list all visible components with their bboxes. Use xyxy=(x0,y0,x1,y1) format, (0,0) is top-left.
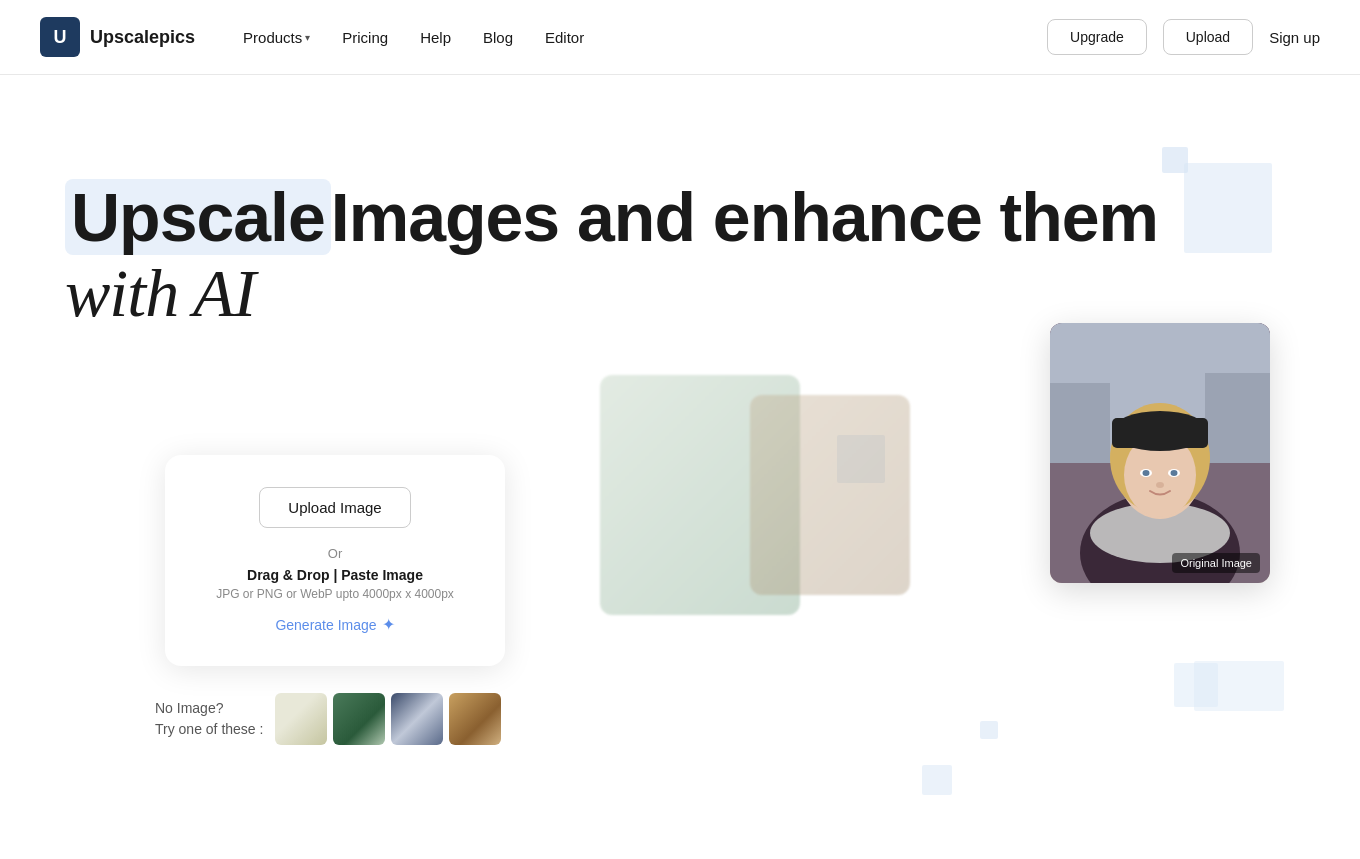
deco-square-5 xyxy=(922,765,952,795)
upload-card: Upload Image Or Drag & Drop | Paste Imag… xyxy=(165,455,505,666)
original-image: Original Image xyxy=(1050,323,1270,583)
svg-point-15 xyxy=(1171,470,1178,476)
upload-image-button[interactable]: Upload Image xyxy=(259,487,410,528)
sample-thumb-1[interactable] xyxy=(275,693,327,745)
bg-deco-card-2 xyxy=(750,395,910,595)
sample-thumbs xyxy=(275,693,501,745)
upload-section: Upload Image Or Drag & Drop | Paste Imag… xyxy=(165,455,505,666)
no-image-label: No Image? Try one of these : xyxy=(155,698,263,740)
sample-thumb-2[interactable] xyxy=(333,693,385,745)
nav-help[interactable]: Help xyxy=(408,21,463,54)
hero-title: UpscaleImages and enhance them with AI xyxy=(65,180,1158,331)
nav-products[interactable]: Products ▾ xyxy=(231,21,322,54)
navbar-right: Upgrade Upload Sign up xyxy=(1047,19,1320,55)
deco-square-7 xyxy=(1194,661,1284,711)
navbar-left: U Upscalepics Products ▾ Pricing Help Bl… xyxy=(40,17,596,57)
nav-pricing[interactable]: Pricing xyxy=(330,21,400,54)
portrait-svg xyxy=(1050,323,1270,583)
svg-point-16 xyxy=(1156,482,1164,488)
navbar: U Upscalepics Products ▾ Pricing Help Bl… xyxy=(0,0,1360,75)
hero-text: UpscaleImages and enhance them with AI xyxy=(65,180,1158,331)
hero-title-highlight: Upscale xyxy=(65,179,331,255)
no-image-section: No Image? Try one of these : xyxy=(155,693,501,745)
logo[interactable]: U Upscalepics xyxy=(40,17,195,57)
hero-title-italic: with AI xyxy=(65,255,255,331)
original-image-wrap: Original Image xyxy=(1050,323,1270,583)
hero-section: UpscaleImages and enhance them with AI U… xyxy=(0,75,1360,859)
sample-thumb-3[interactable] xyxy=(391,693,443,745)
svg-rect-3 xyxy=(1205,373,1270,463)
svg-rect-2 xyxy=(1050,383,1110,463)
deco-square-2 xyxy=(1184,163,1272,253)
drag-drop-text: Drag & Drop | Paste Image xyxy=(193,567,477,583)
sample-thumb-4[interactable] xyxy=(449,693,501,745)
svg-rect-11 xyxy=(1112,418,1208,448)
deco-square-4 xyxy=(980,721,998,739)
signup-button[interactable]: Sign up xyxy=(1269,29,1320,46)
nav-editor[interactable]: Editor xyxy=(533,21,596,54)
upload-card-container: Upload Image Or Drag & Drop | Paste Imag… xyxy=(165,455,505,666)
upload-nav-button[interactable]: Upload xyxy=(1163,19,1253,55)
original-image-label: Original Image xyxy=(1172,553,1260,573)
upgrade-button[interactable]: Upgrade xyxy=(1047,19,1147,55)
generate-image-link[interactable]: Generate Image ✦ xyxy=(275,615,394,634)
svg-point-13 xyxy=(1143,470,1150,476)
or-text: Or xyxy=(193,546,477,561)
nav-links: Products ▾ Pricing Help Blog Editor xyxy=(231,21,596,54)
sparkle-icon: ✦ xyxy=(382,615,395,634)
format-text: JPG or PNG or WebP upto 4000px x 4000px xyxy=(193,587,477,601)
logo-icon: U xyxy=(40,17,80,57)
logo-name: Upscalepics xyxy=(90,27,195,48)
chevron-down-icon: ▾ xyxy=(305,32,310,43)
nav-blog[interactable]: Blog xyxy=(471,21,525,54)
